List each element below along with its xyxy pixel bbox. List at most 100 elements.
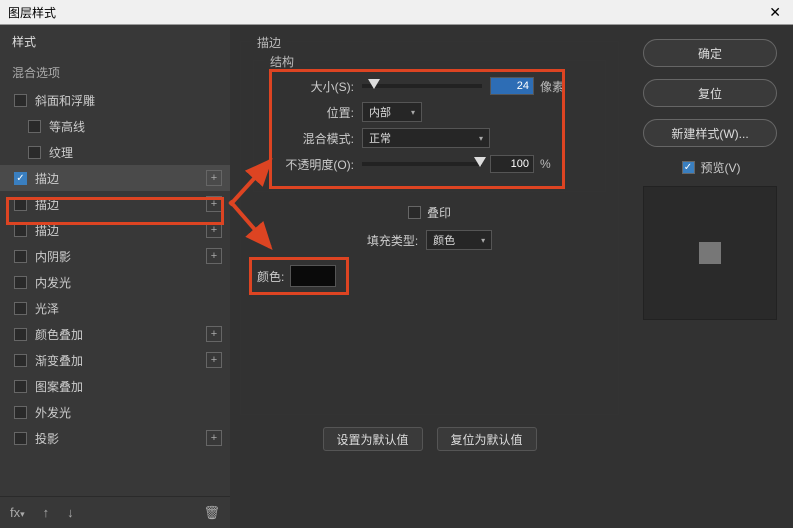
chevron-down-icon: ▾ bbox=[411, 108, 415, 117]
sidebar-item-12[interactable]: 外发光 bbox=[0, 399, 230, 425]
effect-checkbox[interactable] bbox=[14, 224, 27, 237]
effect-checkbox[interactable] bbox=[14, 328, 27, 341]
sidebar: 样式 混合选项 斜面和浮雕等高线纹理描边+描边+描边+内阴影+内发光光泽颜色叠加… bbox=[0, 25, 230, 528]
title-bar: 图层样式 ✕ bbox=[0, 0, 793, 25]
preview-row: 预览(V) bbox=[643, 159, 779, 176]
reset-button[interactable]: 复位 bbox=[643, 79, 777, 107]
opacity-input[interactable] bbox=[490, 155, 534, 173]
add-effect-icon[interactable]: + bbox=[206, 430, 222, 446]
effect-checkbox[interactable] bbox=[14, 354, 27, 367]
effect-checkbox[interactable] bbox=[14, 406, 27, 419]
blend-options-header[interactable]: 混合选项 bbox=[0, 58, 230, 87]
right-panel: 确定 复位 新建样式(W)... 预览(V) bbox=[629, 25, 793, 528]
sidebar-item-5[interactable]: 描边+ bbox=[0, 217, 230, 243]
effect-label: 斜面和浮雕 bbox=[35, 92, 222, 109]
preview-label: 预览(V) bbox=[701, 159, 741, 176]
overprint-checkbox[interactable] bbox=[408, 206, 421, 219]
effect-label: 内阴影 bbox=[35, 248, 206, 265]
effect-label: 内发光 bbox=[35, 274, 222, 291]
new-style-button[interactable]: 新建样式(W)... bbox=[643, 119, 777, 147]
effect-checkbox[interactable] bbox=[14, 276, 27, 289]
chevron-down-icon: ▾ bbox=[481, 236, 485, 245]
add-effect-icon[interactable]: + bbox=[206, 326, 222, 342]
reset-default-button[interactable]: 复位为默认值 bbox=[437, 427, 537, 451]
color-swatch[interactable] bbox=[290, 265, 336, 287]
sidebar-item-13[interactable]: 投影+ bbox=[0, 425, 230, 451]
size-label: 大小(S): bbox=[268, 78, 354, 95]
effect-label: 描边 bbox=[35, 196, 206, 213]
effect-checkbox[interactable] bbox=[14, 172, 27, 185]
sidebar-item-4[interactable]: 描边+ bbox=[0, 191, 230, 217]
sidebar-item-0[interactable]: 斜面和浮雕 bbox=[0, 87, 230, 113]
overprint-row: 叠印 bbox=[241, 204, 618, 221]
effect-label: 颜色叠加 bbox=[35, 326, 206, 343]
preview-checkbox[interactable] bbox=[682, 161, 695, 174]
structure-fieldset: 结构 大小(S): 像素 位置: 内部▾ 混合模式: bbox=[253, 60, 606, 192]
default-buttons-row: 设置为默认值 复位为默认值 bbox=[240, 427, 619, 451]
filltype-label: 填充类型: bbox=[367, 232, 418, 249]
sidebar-item-1[interactable]: 等高线 bbox=[0, 113, 230, 139]
blend-row: 混合模式: 正常▾ bbox=[268, 125, 591, 151]
effect-checkbox[interactable] bbox=[14, 380, 27, 393]
color-row: 颜色: bbox=[253, 263, 606, 289]
window-title: 图层样式 bbox=[8, 4, 765, 21]
effect-label: 光泽 bbox=[35, 300, 222, 317]
blend-select[interactable]: 正常▾ bbox=[362, 128, 490, 148]
effect-label: 等高线 bbox=[49, 118, 222, 135]
position-row: 位置: 内部▾ bbox=[268, 99, 591, 125]
main-area: 样式 混合选项 斜面和浮雕等高线纹理描边+描边+描边+内阴影+内发光光泽颜色叠加… bbox=[0, 25, 793, 528]
sidebar-item-11[interactable]: 图案叠加 bbox=[0, 373, 230, 399]
add-effect-icon[interactable]: + bbox=[206, 170, 222, 186]
blend-label: 混合模式: bbox=[268, 130, 354, 147]
stroke-fieldset: 描边 结构 大小(S): 像素 位置: 内部▾ bbox=[240, 41, 619, 415]
effect-label: 渐变叠加 bbox=[35, 352, 206, 369]
size-input[interactable] bbox=[490, 77, 534, 95]
fx-icon[interactable]: fx▾ bbox=[10, 505, 25, 520]
sidebar-item-10[interactable]: 渐变叠加+ bbox=[0, 347, 230, 373]
effect-checkbox[interactable] bbox=[14, 302, 27, 315]
position-select[interactable]: 内部▾ bbox=[362, 102, 422, 122]
effect-label: 纹理 bbox=[49, 144, 222, 161]
sidebar-item-9[interactable]: 颜色叠加+ bbox=[0, 321, 230, 347]
sidebar-item-8[interactable]: 光泽 bbox=[0, 295, 230, 321]
preview-swatch bbox=[699, 242, 721, 264]
size-slider[interactable] bbox=[362, 84, 482, 88]
move-down-icon[interactable]: ↓ bbox=[67, 505, 74, 520]
ok-button[interactable]: 确定 bbox=[643, 39, 777, 67]
effect-checkbox[interactable] bbox=[14, 94, 27, 107]
effect-label: 描边 bbox=[35, 170, 206, 187]
opacity-unit: % bbox=[540, 157, 566, 171]
effect-checkbox[interactable] bbox=[14, 250, 27, 263]
add-effect-icon[interactable]: + bbox=[206, 248, 222, 264]
trash-icon[interactable]: 🗑 bbox=[203, 505, 220, 521]
sidebar-item-7[interactable]: 内发光 bbox=[0, 269, 230, 295]
close-icon[interactable]: ✕ bbox=[765, 4, 785, 21]
filltype-select[interactable]: 颜色▾ bbox=[426, 230, 492, 250]
overprint-label: 叠印 bbox=[427, 204, 451, 221]
move-up-icon[interactable]: ↑ bbox=[43, 505, 50, 520]
opacity-label: 不透明度(O): bbox=[268, 156, 354, 173]
sidebar-item-2[interactable]: 纹理 bbox=[0, 139, 230, 165]
sidebar-item-6[interactable]: 内阴影+ bbox=[0, 243, 230, 269]
size-row: 大小(S): 像素 bbox=[268, 73, 591, 99]
effects-list: 斜面和浮雕等高线纹理描边+描边+描边+内阴影+内发光光泽颜色叠加+渐变叠加+图案… bbox=[0, 87, 230, 496]
effect-checkbox[interactable] bbox=[28, 146, 41, 159]
opacity-slider[interactable] bbox=[362, 162, 482, 166]
effect-label: 外发光 bbox=[35, 404, 222, 421]
add-effect-icon[interactable]: + bbox=[206, 352, 222, 368]
effect-checkbox[interactable] bbox=[14, 198, 27, 211]
filltype-row: 填充类型: 颜色▾ bbox=[241, 227, 618, 253]
sidebar-item-3[interactable]: 描边+ bbox=[0, 165, 230, 191]
effect-checkbox[interactable] bbox=[14, 432, 27, 445]
effect-label: 图案叠加 bbox=[35, 378, 222, 395]
effect-label: 投影 bbox=[35, 430, 206, 447]
add-effect-icon[interactable]: + bbox=[206, 196, 222, 212]
opacity-row: 不透明度(O): % bbox=[268, 151, 591, 177]
chevron-down-icon: ▾ bbox=[479, 134, 483, 143]
set-default-button[interactable]: 设置为默认值 bbox=[323, 427, 423, 451]
preview-canvas bbox=[643, 186, 777, 320]
position-label: 位置: bbox=[268, 104, 354, 121]
sidebar-header: 样式 bbox=[0, 25, 230, 58]
effect-checkbox[interactable] bbox=[28, 120, 41, 133]
add-effect-icon[interactable]: + bbox=[206, 222, 222, 238]
